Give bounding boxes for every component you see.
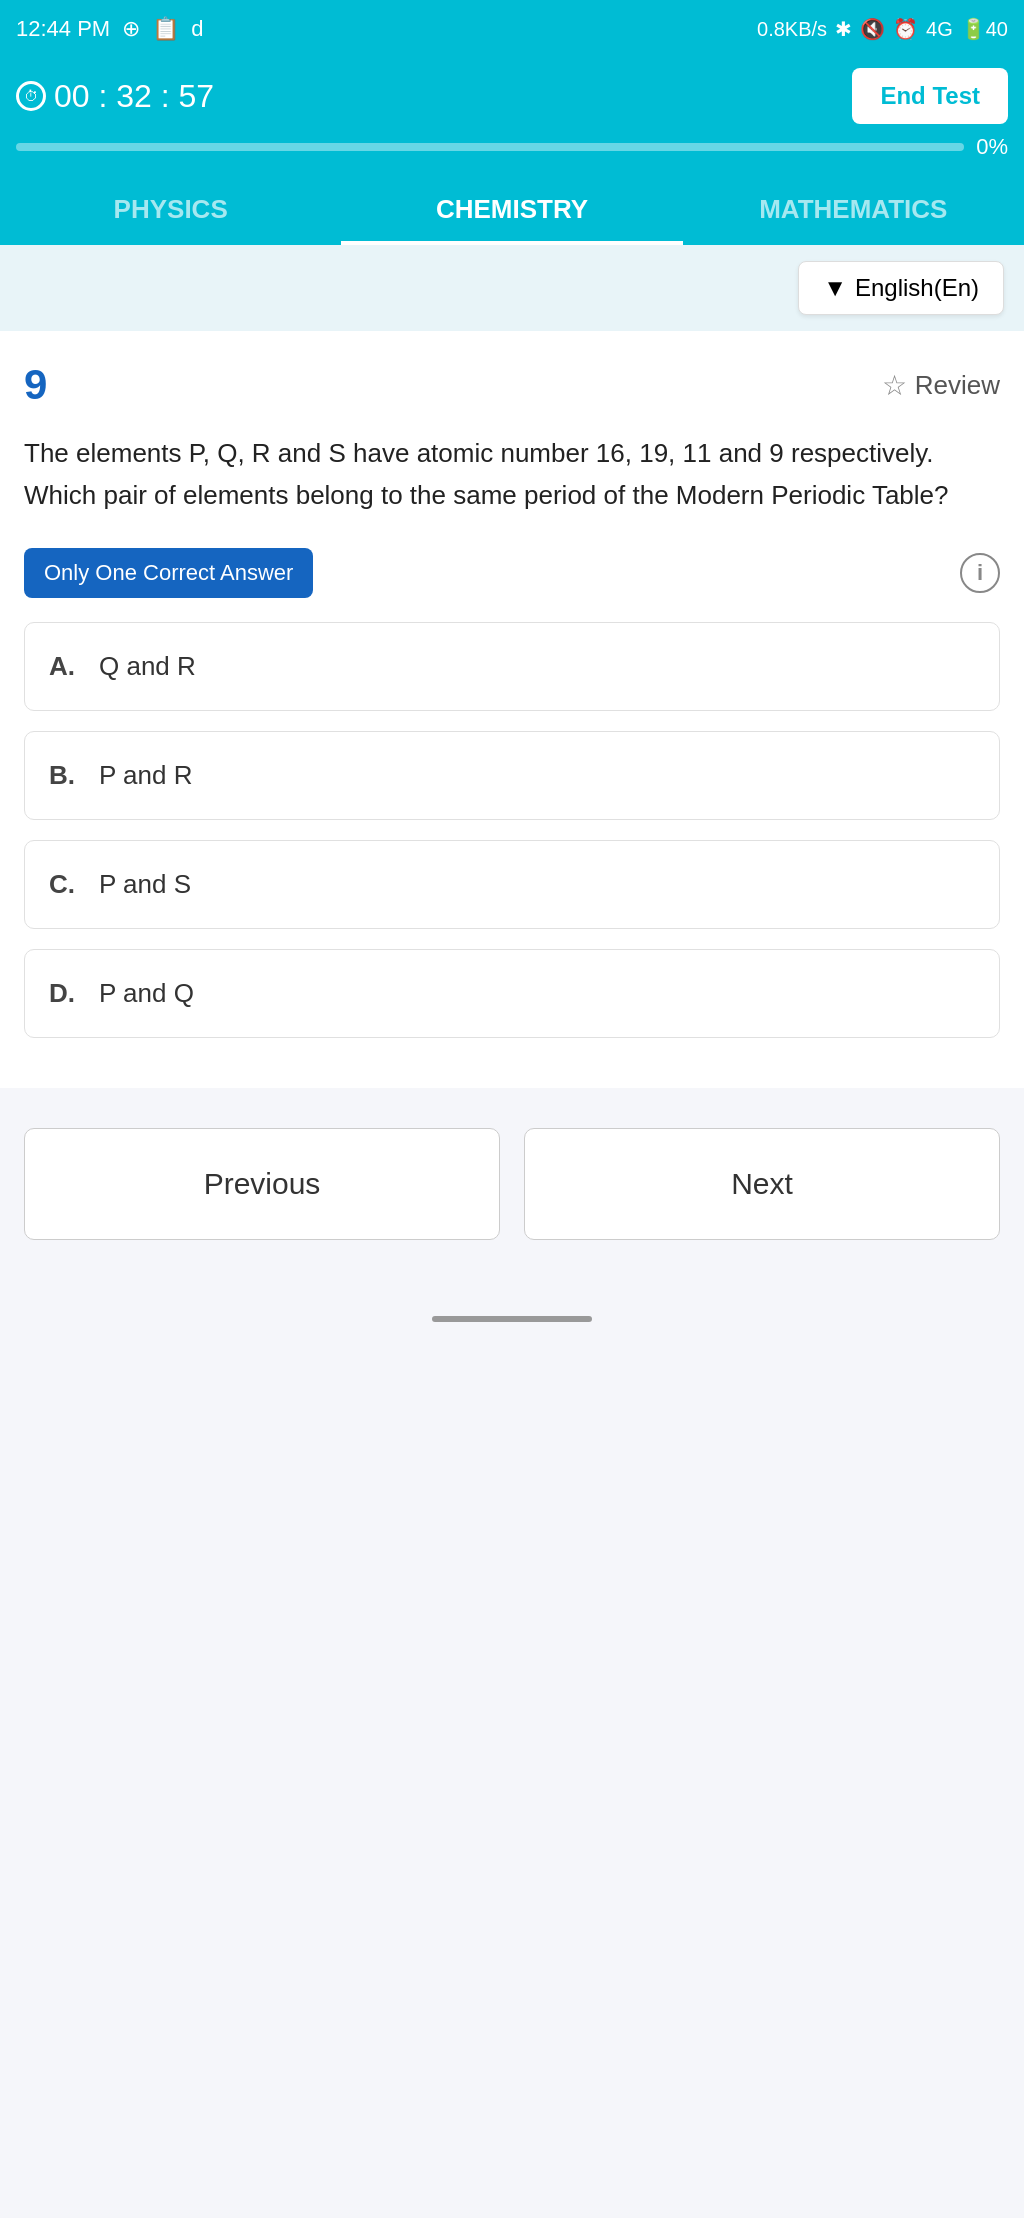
- home-indicator: [0, 1300, 1024, 1346]
- end-test-button[interactable]: End Test: [852, 68, 1008, 124]
- option-b[interactable]: B. P and R: [24, 731, 1000, 820]
- option-c[interactable]: C. P and S: [24, 840, 1000, 929]
- status-left: 12:44 PM ⊕ 📋 d: [16, 16, 203, 42]
- tab-chemistry[interactable]: CHEMISTRY: [341, 176, 682, 245]
- status-bar: 12:44 PM ⊕ 📋 d 0.8KB/s ✱ 🔇 ⏰ 4G 🔋40: [0, 0, 1024, 58]
- option-a[interactable]: A. Q and R: [24, 622, 1000, 711]
- option-c-label: C.: [49, 869, 79, 900]
- mute-icon: 🔇: [860, 17, 885, 41]
- globe-icon: ⊕: [122, 16, 140, 42]
- timer-icon: ⏱: [16, 81, 46, 111]
- option-b-label: B.: [49, 760, 79, 791]
- status-right: 0.8KB/s ✱ 🔇 ⏰ 4G 🔋40: [757, 17, 1008, 41]
- answer-type-badge: Only One Correct Answer: [24, 548, 313, 598]
- answer-type-row: Only One Correct Answer i: [24, 548, 1000, 598]
- tab-mathematics[interactable]: MATHEMATICS: [683, 176, 1024, 245]
- options-container: A. Q and R B. P and R C. P and S D. P an…: [24, 622, 1000, 1058]
- signal-icon: 4G: [926, 18, 953, 41]
- info-icon[interactable]: i: [960, 553, 1000, 593]
- review-label: Review: [915, 370, 1000, 401]
- review-button[interactable]: ☆ Review: [882, 369, 1000, 402]
- subject-tabs: PHYSICS CHEMISTRY MATHEMATICS: [0, 176, 1024, 245]
- nav-buttons: Previous Next: [0, 1088, 1024, 1300]
- question-text: The elements P, Q, R and S have atomic n…: [24, 433, 1000, 516]
- option-b-text: P and R: [99, 760, 192, 791]
- progress-area: 0%: [0, 124, 1024, 176]
- timer-bar: ⏱ 00 : 32 : 57 End Test: [0, 58, 1024, 124]
- time-display: 12:44 PM: [16, 16, 110, 42]
- option-d[interactable]: D. P and Q: [24, 949, 1000, 1038]
- network-speed: 0.8KB/s: [757, 18, 827, 41]
- star-icon: ☆: [882, 369, 907, 402]
- home-bar: [432, 1316, 592, 1322]
- option-a-text: Q and R: [99, 651, 196, 682]
- previous-button[interactable]: Previous: [24, 1128, 500, 1240]
- progress-bar-container: [16, 143, 964, 151]
- chevron-down-icon: ▼: [823, 274, 847, 302]
- language-dropdown[interactable]: ▼ English(En): [798, 261, 1004, 315]
- d-indicator: d: [191, 16, 203, 42]
- timer-display: ⏱ 00 : 32 : 57: [16, 78, 214, 115]
- option-d-label: D.: [49, 978, 79, 1009]
- bluetooth-icon: ✱: [835, 17, 852, 41]
- option-a-label: A.: [49, 651, 79, 682]
- option-c-text: P and S: [99, 869, 191, 900]
- question-container: 9 ☆ Review The elements P, Q, R and S ha…: [0, 331, 1024, 1088]
- question-number: 9: [24, 361, 47, 409]
- timer-value: 00 : 32 : 57: [54, 78, 214, 115]
- question-header: 9 ☆ Review: [24, 361, 1000, 409]
- language-bar: ▼ English(En): [0, 245, 1024, 331]
- clipboard-icon: 📋: [152, 16, 179, 42]
- alarm-icon: ⏰: [893, 17, 918, 41]
- battery-icon: 🔋40: [961, 17, 1008, 41]
- option-d-text: P and Q: [99, 978, 194, 1009]
- next-button[interactable]: Next: [524, 1128, 1000, 1240]
- progress-text: 0%: [976, 134, 1008, 160]
- language-label: English(En): [855, 274, 979, 302]
- tab-physics[interactable]: PHYSICS: [0, 176, 341, 245]
